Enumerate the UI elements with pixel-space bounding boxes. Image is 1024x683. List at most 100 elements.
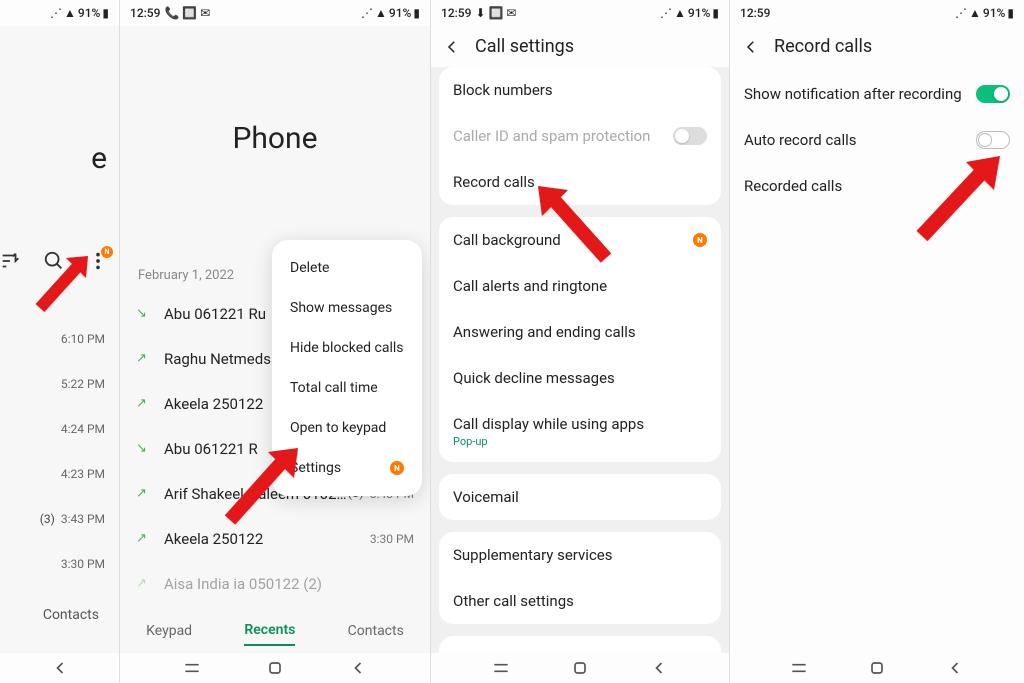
header: Record calls — [730, 26, 1024, 67]
phone-screen-partial: ⋰ ▲ 91% ▮ e N 6:10 PM 5:22 PM 4:24 PM 4:… — [0, 0, 120, 683]
nav-home-icon[interactable] — [570, 658, 590, 678]
status-bar: 12:59 📞 🔲 ✉ ⋰▲91%▮ — [120, 0, 430, 26]
nav-home-icon[interactable] — [265, 658, 285, 678]
toggle-on[interactable] — [976, 85, 1010, 103]
call-time: 6:10 PM — [61, 332, 105, 346]
notification-badge: N — [101, 246, 113, 258]
wifi-icon: ⋰ — [955, 6, 967, 20]
page-title: Record calls — [774, 36, 872, 57]
setting-label: Auto record calls — [744, 131, 857, 149]
menu-open-keypad[interactable]: Open to keypad — [272, 408, 422, 448]
notification-badge: N — [390, 461, 404, 475]
navigation-bar — [120, 653, 430, 683]
more-icon[interactable]: N — [87, 250, 109, 272]
setting-label: Block numbers — [453, 81, 553, 99]
call-time: 4:24 PM — [61, 422, 105, 436]
signal-icon: ▲ — [375, 6, 387, 20]
setting-call-background[interactable]: Call background N — [439, 217, 721, 263]
call-settings-screen: 12:59 ⬇ 🔲 ✉ ⋰▲91%▮ Call settings Block n… — [431, 0, 730, 683]
battery-icon: ▮ — [1007, 6, 1014, 20]
setting-label: Supplementary services — [453, 546, 613, 564]
nav-back-icon[interactable] — [649, 658, 669, 678]
wifi-icon: ⋰ — [50, 6, 62, 20]
status-time: 12:59 — [130, 6, 160, 20]
nav-home-icon[interactable] — [867, 658, 887, 678]
caller-name: Aisa India ia 050122 (2) — [164, 575, 414, 593]
header: Call settings — [431, 26, 729, 67]
phone-recents-screen: 12:59 📞 🔲 ✉ ⋰▲91%▮ Phone February 1, 202… — [120, 0, 431, 683]
tab-recents[interactable]: Recents — [244, 616, 295, 646]
setting-other[interactable]: Other call settings — [439, 578, 721, 624]
setting-record-calls[interactable]: Record calls — [439, 159, 721, 205]
setting-label: Call alerts and ringtone — [453, 277, 607, 295]
setting-label: Call background — [453, 231, 561, 249]
setting-label: Quick decline messages — [453, 369, 615, 387]
menu-label: Open to keypad — [290, 420, 386, 436]
nav-recents-icon[interactable] — [491, 658, 511, 678]
nav-recents-icon[interactable] — [182, 658, 202, 678]
setting-label: Answering and ending calls — [453, 323, 636, 341]
setting-label: Show notification after recording — [744, 85, 962, 103]
outgoing-call-icon: ↗ — [136, 486, 152, 501]
wifi-icon: ⋰ — [660, 6, 672, 20]
filter-icon[interactable] — [0, 250, 21, 272]
setting-auto-record[interactable]: Auto record calls — [744, 117, 1010, 163]
battery-icon: ▮ — [413, 6, 420, 20]
status-icons: 📞 🔲 ✉ — [164, 6, 210, 20]
back-icon[interactable] — [742, 38, 760, 56]
caller-name: Akeela 250122 — [164, 530, 370, 548]
setting-call-display[interactable]: Call display while using appsPop-up — [439, 401, 721, 462]
setting-alerts-ringtone[interactable]: Call alerts and ringtone — [439, 263, 721, 309]
setting-show-notification[interactable]: Show notification after recording — [744, 71, 1010, 117]
tab-contacts[interactable]: Contacts — [348, 617, 404, 645]
status-bar: 12:59 ⋰▲91%▮ — [730, 0, 1024, 26]
setting-recorded-calls[interactable]: Recorded calls — [744, 163, 1010, 209]
signal-icon: ▲ — [969, 6, 981, 20]
menu-label: Delete — [290, 260, 329, 276]
setting-answering[interactable]: Answering and ending calls — [439, 309, 721, 355]
toggle-off[interactable] — [673, 127, 707, 145]
toggle-off[interactable] — [976, 131, 1010, 149]
nav-back-icon[interactable] — [348, 658, 368, 678]
phone-title-fragment: e — [91, 141, 107, 176]
status-bar: 12:59 ⬇ 🔲 ✉ ⋰▲91%▮ — [431, 0, 729, 26]
incoming-call-icon: ↘ — [136, 306, 152, 321]
setting-label: Recorded calls — [744, 177, 842, 195]
status-time: 12:59 — [441, 6, 471, 20]
battery-pct: 91% — [389, 6, 411, 20]
nav-back-icon[interactable] — [945, 658, 965, 678]
menu-delete[interactable]: Delete — [272, 248, 422, 288]
battery-pct: 91% — [688, 6, 710, 20]
outgoing-call-icon: ↗ — [136, 576, 152, 591]
menu-settings[interactable]: SettingsN — [272, 448, 422, 488]
setting-about-phone[interactable]: About Phone — [439, 636, 721, 653]
setting-label: Call display while using apps — [453, 415, 644, 433]
status-bar: ⋰ ▲ 91% ▮ — [0, 0, 119, 26]
setting-block-numbers[interactable]: Block numbers — [439, 67, 721, 113]
setting-quick-decline[interactable]: Quick decline messages — [439, 355, 721, 401]
search-icon[interactable] — [43, 250, 65, 272]
settings-list: Block numbers Caller ID and spam protect… — [431, 67, 729, 653]
wifi-icon: ⋰ — [361, 6, 373, 20]
call-row[interactable]: ↗Akeela 2501223:30 PM — [120, 516, 430, 561]
nav-back-icon[interactable] — [50, 658, 70, 678]
back-icon[interactable] — [443, 38, 461, 56]
menu-show-messages[interactable]: Show messages — [272, 288, 422, 328]
menu-total-time[interactable]: Total call time — [272, 368, 422, 408]
setting-voicemail[interactable]: Voicemail — [439, 474, 721, 520]
record-settings-list: Show notification after recording Auto r… — [730, 67, 1024, 653]
setting-caller-id[interactable]: Caller ID and spam protection — [439, 113, 721, 159]
menu-label: Total call time — [290, 380, 378, 396]
setting-label: Voicemail — [453, 488, 519, 506]
setting-supplementary[interactable]: Supplementary services — [439, 532, 721, 578]
call-row[interactable]: ↗ Aisa India ia 050122 (2) — [120, 561, 430, 606]
notification-badge: N — [693, 233, 707, 247]
outgoing-call-icon: ↗ — [136, 351, 152, 366]
tab-keypad[interactable]: Keypad — [146, 617, 192, 645]
bottom-tabs: Keypad Recents Contacts — [120, 609, 430, 653]
menu-hide-blocked[interactable]: Hide blocked calls — [272, 328, 422, 368]
nav-recents-icon[interactable] — [789, 658, 809, 678]
battery-pct: 91% — [78, 6, 100, 20]
tab-contacts[interactable]: Contacts — [0, 607, 119, 623]
recents-times-partial: 6:10 PM 5:22 PM 4:24 PM 4:23 PM (3)3:43 … — [0, 316, 119, 586]
